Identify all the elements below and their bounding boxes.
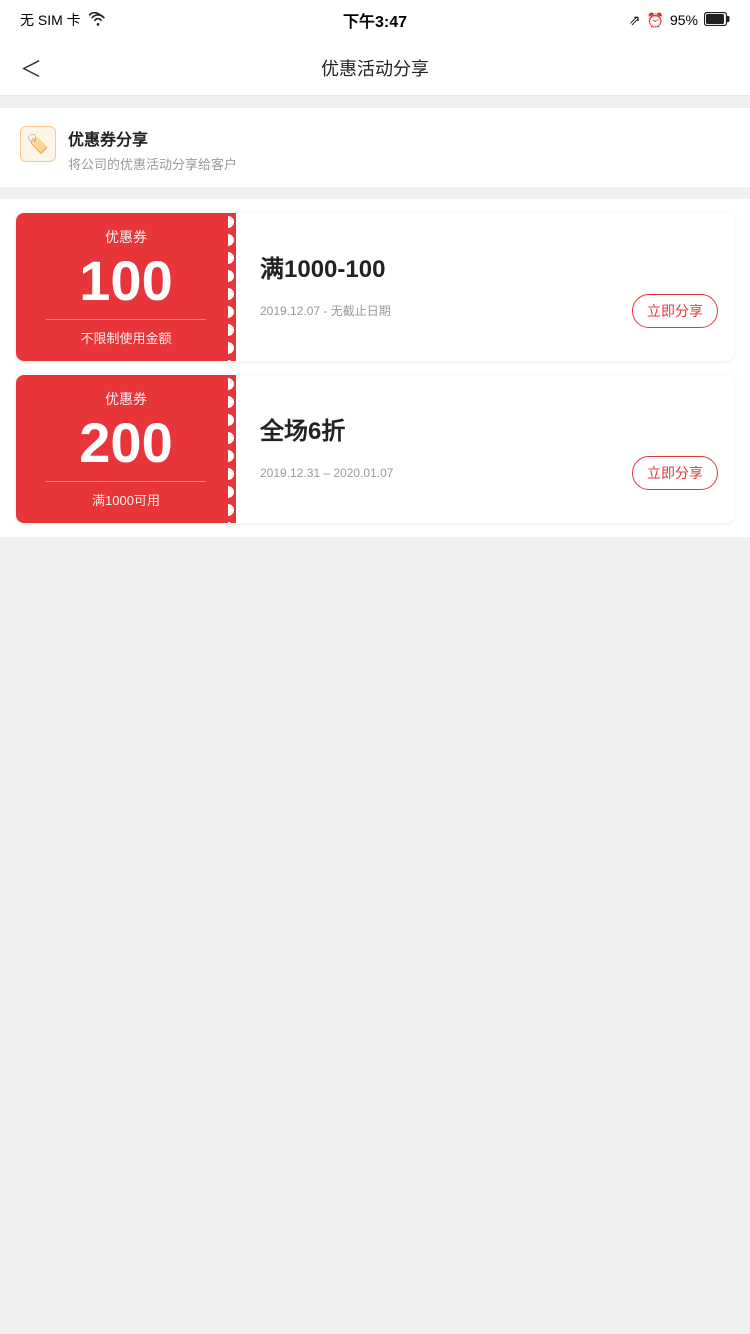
section-subtitle: 将公司的优惠活动分享给客户	[68, 154, 237, 173]
wifi-icon	[89, 12, 107, 29]
coupon-card-0: 优惠券 100 不限制使用金额 满1000-100 2019.12.07 - 无…	[16, 213, 734, 361]
coupon-left-1: 优惠券 200 满1000可用	[16, 375, 236, 523]
location-icon: ⇗	[629, 12, 641, 29]
carrier-text: 无 SIM 卡	[20, 10, 81, 30]
coupon-label-0: 优惠券	[105, 227, 147, 247]
status-right: ⇗ ⏰ 95%	[629, 12, 730, 29]
coupon-bottom-1: 2019.12.31 – 2020.01.07 立即分享	[260, 456, 718, 490]
nav-title: 优惠活动分享	[321, 55, 429, 81]
coupon-date-1: 2019.12.31 – 2020.01.07	[260, 466, 624, 480]
share-button-1[interactable]: 立即分享	[632, 456, 718, 490]
coupon-right-0: 满1000-100 2019.12.07 - 无截止日期 立即分享	[236, 213, 734, 361]
alarm-icon: ⏰	[647, 12, 664, 29]
coupon-label-1: 优惠券	[105, 389, 147, 409]
back-button[interactable]: ＜	[20, 52, 42, 84]
page-background	[0, 537, 750, 1137]
coupon-card-1: 优惠券 200 满1000可用 全场6折 2019.12.31 – 2020.0…	[16, 375, 734, 523]
coupon-right-1: 全场6折 2019.12.31 – 2020.01.07 立即分享	[236, 375, 734, 523]
coupon-divider-1	[46, 481, 206, 482]
share-button-0[interactable]: 立即分享	[632, 294, 718, 328]
coupon-list: 优惠券 100 不限制使用金额 满1000-100 2019.12.07 - 无…	[0, 199, 750, 537]
coupon-left-0: 优惠券 100 不限制使用金额	[16, 213, 236, 361]
coupon-icon: 🏷️	[27, 134, 49, 155]
coupon-name-0: 满1000-100	[260, 249, 718, 284]
battery-icon	[704, 12, 730, 29]
coupon-amount-1: 200	[79, 415, 172, 471]
nav-bar: ＜ 优惠活动分享	[0, 40, 750, 96]
coupon-divider-0	[46, 319, 206, 320]
section-header: 🏷️ 优惠券分享 将公司的优惠活动分享给客户	[0, 108, 750, 187]
coupon-bottom-0: 2019.12.07 - 无截止日期 立即分享	[260, 294, 718, 328]
section-icon: 🏷️	[20, 126, 56, 162]
battery-text: 95%	[670, 12, 698, 28]
status-bar: 无 SIM 卡 下午3:47 ⇗ ⏰ 95%	[0, 0, 750, 40]
section-title: 优惠券分享	[68, 126, 237, 150]
coupon-condition-1: 满1000可用	[92, 490, 160, 509]
coupon-date-0: 2019.12.07 - 无截止日期	[260, 302, 624, 319]
section-text: 优惠券分享 将公司的优惠活动分享给客户	[68, 126, 237, 173]
coupon-amount-0: 100	[79, 253, 172, 309]
coupon-condition-0: 不限制使用金额	[80, 328, 171, 347]
status-time: 下午3:47	[343, 8, 407, 32]
status-left: 无 SIM 卡	[20, 10, 107, 30]
coupon-name-1: 全场6折	[260, 411, 718, 446]
